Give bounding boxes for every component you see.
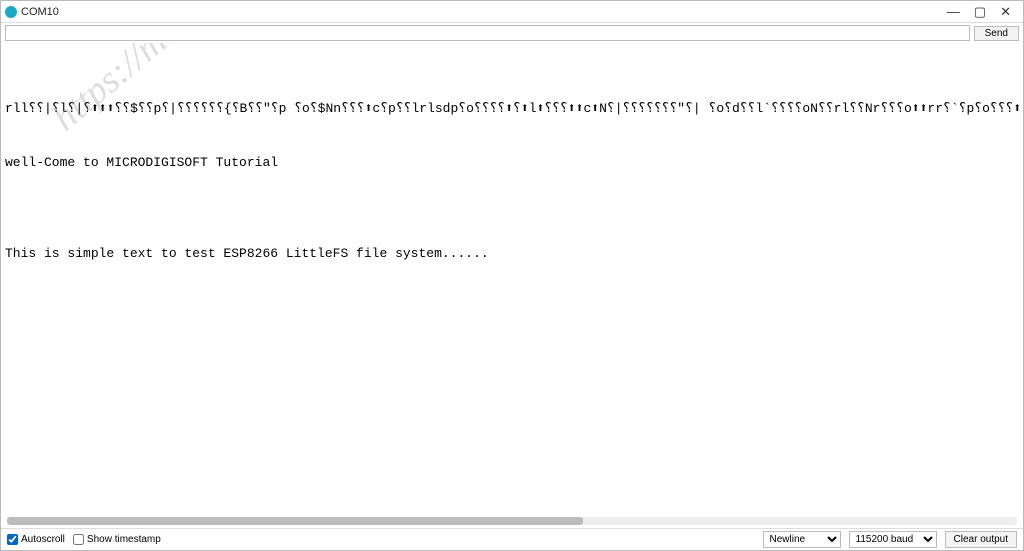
close-button[interactable]: ✕ bbox=[1000, 5, 1011, 18]
console-line: rll⸮⸮|⸮l⸮|⸮⬆⬆⬆⸮⸮$⸮⸮p⸮|⸮⸮⸮⸮⸮⸮{⸮B⸮⸮"⸮p ⸮o⸮… bbox=[5, 100, 1019, 118]
app-icon bbox=[5, 6, 17, 18]
titlebar: COM10 — ▢ ✕ bbox=[1, 1, 1023, 23]
console-line: well-Come to MICRODIGISOFT Tutorial bbox=[5, 154, 1019, 172]
autoscroll-toggle[interactable]: Autoscroll bbox=[7, 534, 65, 545]
autoscroll-label: Autoscroll bbox=[21, 534, 65, 545]
serial-output: https://microdigisoft.com - 224196 rll⸮⸮… bbox=[1, 43, 1023, 514]
timestamp-toggle[interactable]: Show timestamp bbox=[73, 534, 161, 545]
horizontal-scrollbar[interactable] bbox=[1, 514, 1023, 528]
serial-input[interactable] bbox=[5, 25, 970, 41]
clear-output-button[interactable]: Clear output bbox=[945, 531, 1017, 548]
footer-bar: Autoscroll Show timestamp No line ending… bbox=[1, 528, 1023, 550]
window-controls: — ▢ ✕ bbox=[947, 5, 1019, 18]
watermark-text: https://microdigisoft.com - 224196 bbox=[41, 43, 479, 144]
baudrate-select[interactable]: 9600 baud19200 baud38400 baud57600 baud1… bbox=[849, 531, 937, 548]
timestamp-checkbox[interactable] bbox=[73, 534, 84, 545]
scroll-track bbox=[7, 517, 1017, 525]
send-button[interactable]: Send bbox=[974, 26, 1019, 41]
timestamp-label: Show timestamp bbox=[87, 534, 161, 545]
autoscroll-checkbox[interactable] bbox=[7, 534, 18, 545]
serial-monitor-window: COM10 — ▢ ✕ Send https://microdigisoft.c… bbox=[0, 0, 1024, 551]
scroll-thumb[interactable] bbox=[7, 517, 583, 525]
minimize-button[interactable]: — bbox=[947, 5, 960, 18]
input-row: Send bbox=[1, 23, 1023, 43]
window-title: COM10 bbox=[21, 6, 947, 18]
console-line: This is simple text to test ESP8266 Litt… bbox=[5, 245, 1019, 263]
line-ending-select[interactable]: No line endingNewlineCarriage returnBoth… bbox=[763, 531, 841, 548]
maximize-button[interactable]: ▢ bbox=[974, 5, 986, 18]
